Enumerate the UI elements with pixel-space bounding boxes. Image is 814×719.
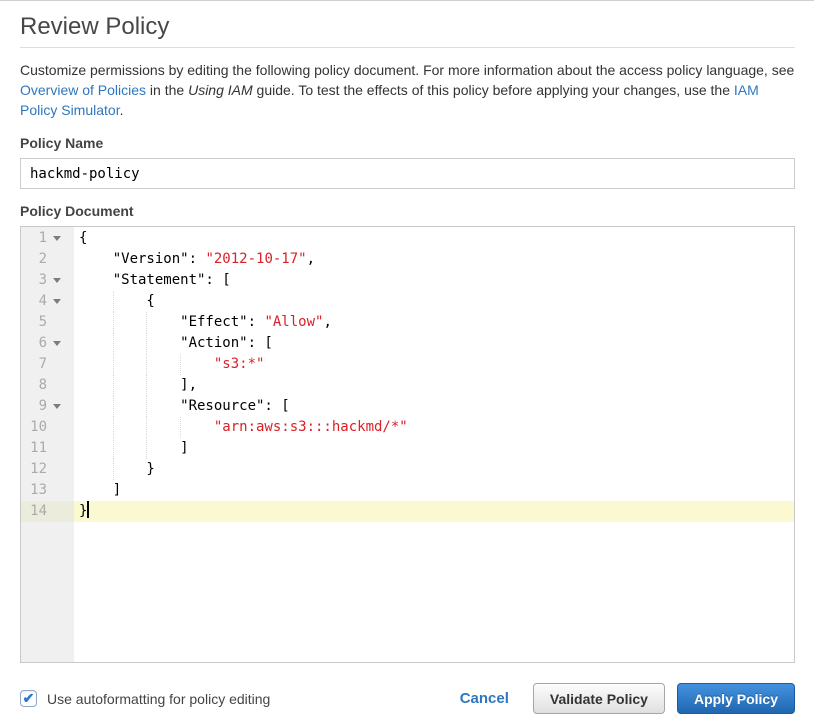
gutter-line-number: 3	[21, 270, 74, 291]
gutter-line-number: 13	[21, 480, 74, 501]
json-text: "Effect":	[79, 314, 264, 330]
line-number: 7	[39, 356, 47, 372]
intro-part2: in the	[146, 82, 188, 98]
fold-arrow-icon[interactable]	[53, 341, 61, 346]
editor-code-area[interactable]: { "Version": "2012-10-17", "Statement": …	[74, 227, 794, 662]
code-line[interactable]: {	[74, 228, 794, 249]
policy-name-input[interactable]	[20, 158, 795, 189]
code-line[interactable]: ]	[74, 480, 794, 501]
code-line[interactable]: }	[74, 459, 794, 480]
json-text: ]	[79, 482, 121, 498]
json-text: }	[79, 461, 155, 477]
gutter-line-number: 12	[21, 459, 74, 480]
fold-arrow-icon[interactable]	[53, 299, 61, 304]
gutter-line-number: 1	[21, 228, 74, 249]
gutter-line-number: 6	[21, 333, 74, 354]
json-text: ,	[323, 314, 331, 330]
code-line[interactable]: "Version": "2012-10-17",	[74, 249, 794, 270]
line-number: 12	[30, 461, 47, 477]
page-title: Review Policy	[20, 13, 795, 40]
line-number: 5	[39, 314, 47, 330]
code-line[interactable]: "Action": [	[74, 333, 794, 354]
footer-actions: Cancel Validate Policy Apply Policy	[460, 683, 795, 714]
line-number: 10	[30, 419, 47, 435]
json-text: ,	[307, 251, 315, 267]
code-line[interactable]: "Resource": [	[74, 396, 794, 417]
fold-arrow-icon[interactable]	[53, 236, 61, 241]
gutter-line-number: 7	[21, 354, 74, 375]
line-number: 14	[30, 503, 47, 519]
autoformat-checkbox[interactable]: ✔	[20, 690, 37, 707]
fold-arrow-icon[interactable]	[53, 404, 61, 409]
json-text: ],	[79, 377, 197, 393]
intro-part1: Customize permissions by editing the fol…	[20, 62, 794, 78]
footer-bar: ✔ Use autoformatting for policy editing …	[20, 683, 795, 714]
gutter-line-number: 11	[21, 438, 74, 459]
line-number: 2	[39, 251, 47, 267]
json-string-value: "2012-10-17"	[205, 251, 306, 267]
apply-policy-button[interactable]: Apply Policy	[677, 683, 795, 714]
gutter-line-number: 5	[21, 312, 74, 333]
policy-name-label: Policy Name	[20, 135, 795, 151]
text-cursor	[87, 501, 89, 518]
line-number: 9	[39, 398, 47, 414]
validate-policy-button[interactable]: Validate Policy	[533, 683, 665, 714]
code-line[interactable]: "arn:aws:s3:::hackmd/*"	[74, 417, 794, 438]
code-line[interactable]: "s3:*"	[74, 354, 794, 375]
line-number: 4	[39, 293, 47, 309]
intro-text: Customize permissions by editing the fol…	[20, 60, 795, 120]
code-line[interactable]: "Effect": "Allow",	[74, 312, 794, 333]
json-text: "Resource": [	[79, 398, 290, 414]
gutter-line-number: 2	[21, 249, 74, 270]
autoformat-option[interactable]: ✔ Use autoformatting for policy editing	[20, 690, 270, 707]
overview-of-policies-link[interactable]: Overview of Policies	[20, 82, 146, 98]
line-number: 13	[30, 482, 47, 498]
line-number: 3	[39, 272, 47, 288]
intro-part4: .	[120, 102, 124, 118]
line-number: 11	[30, 440, 47, 456]
code-line[interactable]: ]	[74, 438, 794, 459]
json-text	[79, 419, 214, 435]
intro-part3: guide. To test the effects of this polic…	[253, 82, 734, 98]
policy-document-editor[interactable]: 1234567891011121314 { "Version": "2012-1…	[20, 226, 795, 663]
review-policy-page: Review Policy Customize permissions by e…	[0, 1, 814, 714]
code-line[interactable]: {	[74, 291, 794, 312]
line-number: 1	[39, 230, 47, 246]
json-text: {	[79, 230, 87, 246]
json-string-value: "arn:aws:s3:::hackmd/*"	[214, 419, 408, 435]
line-number: 8	[39, 377, 47, 393]
json-text	[79, 356, 214, 372]
autoformat-label: Use autoformatting for policy editing	[47, 691, 270, 707]
code-line[interactable]: }	[74, 501, 794, 522]
json-text: "Statement": [	[79, 272, 231, 288]
fold-arrow-icon[interactable]	[53, 278, 61, 283]
gutter-line-number: 10	[21, 417, 74, 438]
code-line[interactable]: ],	[74, 375, 794, 396]
editor-gutter: 1234567891011121314	[21, 227, 74, 662]
policy-document-label: Policy Document	[20, 203, 795, 219]
json-text: "Version":	[79, 251, 205, 267]
json-text: "Action": [	[79, 335, 273, 351]
gutter-line-number: 4	[21, 291, 74, 312]
gutter-line-number: 8	[21, 375, 74, 396]
checkmark-icon: ✔	[23, 691, 35, 705]
title-divider	[20, 47, 795, 48]
gutter-line-number: 14	[21, 501, 74, 522]
code-line[interactable]: "Statement": [	[74, 270, 794, 291]
json-string-value: "s3:*"	[214, 356, 265, 372]
cancel-link[interactable]: Cancel	[460, 690, 509, 707]
line-number: 6	[39, 335, 47, 351]
json-text: {	[79, 293, 155, 309]
json-text: }	[79, 503, 87, 519]
json-string-value: "Allow"	[264, 314, 323, 330]
intro-italic-using-iam: Using IAM	[188, 82, 253, 98]
json-text: ]	[79, 440, 189, 456]
gutter-line-number: 9	[21, 396, 74, 417]
